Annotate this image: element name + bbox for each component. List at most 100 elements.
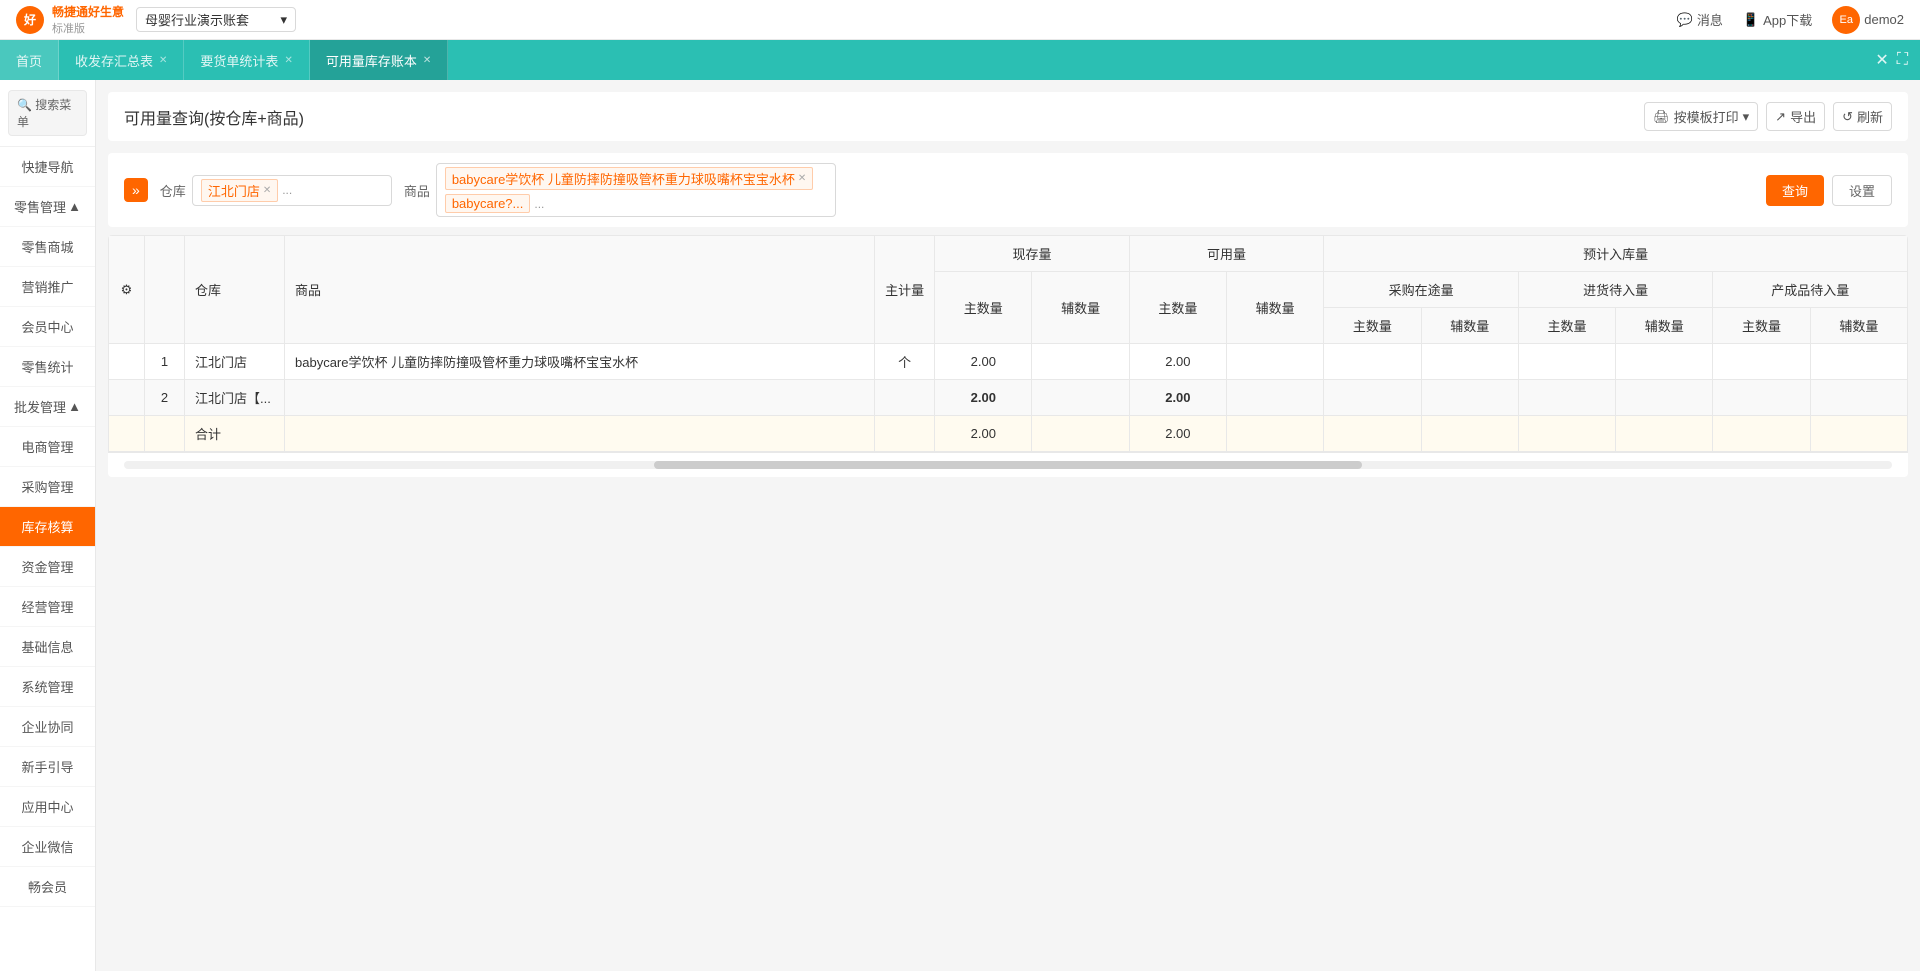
purchase-main-header: 主数量 [1324, 308, 1421, 344]
sidebar-item-ecommerce[interactable]: 电商管理 [0, 427, 95, 467]
tab-purchase-stat[interactable]: 要货单统计表 ✕ [184, 40, 309, 80]
app-download-btn[interactable]: 📱 App下载 [1743, 10, 1812, 29]
filter-toggle-btn[interactable]: » [124, 178, 148, 202]
sidebar-item-vip[interactable]: 畅会员 [0, 867, 95, 907]
sidebar-search: 🔍 搜索菜单 [0, 80, 95, 147]
refresh-icon: ↺ [1842, 109, 1853, 125]
tenant-selector[interactable]: 母婴行业演示账套 ▾ [136, 7, 296, 32]
warehouse-more[interactable]: ... [282, 183, 292, 197]
template-print-btn[interactable]: 🖨 按模板打印 ▾ [1644, 102, 1758, 131]
tab-stock-summary[interactable]: 收发存汇总表 ✕ [59, 40, 184, 80]
warehouse-tag-close[interactable]: ✕ [263, 185, 271, 196]
sidebar-item-system[interactable]: 系统管理 [0, 667, 95, 707]
close-window-btn[interactable]: ✕ [1875, 50, 1888, 70]
top-bar-right: 💬 消息 📱 App下载 Ea demo2 [1677, 6, 1904, 34]
export-icon: ↗ [1775, 109, 1786, 125]
summary-available-main: 2.00 [1129, 416, 1226, 452]
chevron-icon: ▲ [68, 199, 81, 214]
sidebar-item-purchase[interactable]: 采购管理 [0, 467, 95, 507]
product-filter-label: 商品 [404, 181, 430, 200]
user-menu[interactable]: Ea demo2 [1832, 6, 1904, 34]
sidebar-item-inventory[interactable]: 库存核算 [0, 507, 95, 547]
row1-settings[interactable] [109, 344, 145, 380]
table-row: 2 江北门店【... 2.00 2.00 [109, 380, 1908, 416]
tab-available-inventory[interactable]: 可用量库存账本 ✕ [310, 40, 448, 80]
avatar: Ea [1832, 6, 1860, 34]
search-menu-btn[interactable]: 🔍 搜索菜单 [8, 90, 87, 136]
close-tab-available-inventory[interactable]: ✕ [423, 55, 431, 66]
chevron-down-icon: ▾ [280, 12, 287, 28]
sidebar-item-operations[interactable]: 经营管理 [0, 587, 95, 627]
production-main-header: 主数量 [1713, 308, 1810, 344]
table-row: 1 江北门店 babycare学饮杯 儿童防摔防撞吸管杯重力球吸嘴杯宝宝水杯 个… [109, 344, 1908, 380]
product-col-header: 商品 [285, 236, 875, 344]
top-bar: 好 畅捷通好生意 标准版 母婴行业演示账套 ▾ 💬 消息 📱 App下载 Ea … [0, 0, 1920, 40]
sidebar-item-basic-info[interactable]: 基础信息 [0, 627, 95, 667]
tab-home[interactable]: 首页 [0, 40, 59, 80]
incoming-aux-header: 辅数量 [1616, 308, 1713, 344]
close-tab-purchase-stat[interactable]: ✕ [284, 55, 292, 66]
sidebar-item-quick-nav[interactable]: 快捷导航 [0, 147, 95, 187]
product-more[interactable]: ... [534, 197, 544, 211]
production-aux-header: 辅数量 [1810, 308, 1907, 344]
sidebar-item-finance[interactable]: 资金管理 [0, 547, 95, 587]
sidebar-item-member-center[interactable]: 会员中心 [0, 307, 95, 347]
available-main-header: 主数量 [1129, 272, 1226, 344]
sidebar-item-wholesale-mgmt[interactable]: 批发管理 ▲ [0, 387, 95, 427]
close-tab-stock-summary[interactable]: ✕ [159, 55, 167, 66]
row1-warehouse: 江北门店 [185, 344, 285, 380]
sidebar-item-retail-stats[interactable]: 零售统计 [0, 347, 95, 387]
expand-btn[interactable]: ⛶ [1897, 51, 1908, 69]
settings-col-header[interactable]: ⚙ [109, 236, 145, 344]
refresh-btn[interactable]: ↺ 刷新 [1833, 102, 1892, 131]
chevron-down-icon-print: ▾ [1743, 109, 1750, 125]
row2-production-main [1713, 380, 1810, 416]
warehouse-tag: 江北门店 ✕ [201, 179, 278, 202]
row2-unit [875, 380, 935, 416]
warehouse-filter-group: 仓库 江北门店 ✕ ... [160, 175, 392, 206]
sidebar-item-new-guide[interactable]: 新手引导 [0, 747, 95, 787]
row2-settings[interactable] [109, 380, 145, 416]
forecast-group-header: 预计入库量 [1324, 236, 1908, 272]
sidebar-item-wechat-work[interactable]: 企业微信 [0, 827, 95, 867]
warehouse-filter-label: 仓库 [160, 181, 186, 200]
horizontal-scrollbar[interactable] [124, 461, 1892, 469]
row2-product [285, 380, 875, 416]
sidebar-item-enterprise-collab[interactable]: 企业协同 [0, 707, 95, 747]
row1-no: 1 [145, 344, 185, 380]
product-tag-1: babycare学饮杯 儿童防摔防撞吸管杯重力球吸嘴杯宝宝水杯 ✕ [445, 167, 813, 190]
sidebar-item-app-center[interactable]: 应用中心 [0, 787, 95, 827]
row2-warehouse: 江北门店【... [185, 380, 285, 416]
product-tag1-close[interactable]: ✕ [798, 173, 806, 184]
page-content: 可用量查询(按仓库+商品) 🖨 按模板打印 ▾ ↗ 导出 ↺ 刷新 [96, 80, 1920, 971]
data-table-wrap: ⚙ 仓库 商品 主计量 现存量 可用量 预计入库量 主数量 辅数量 [108, 235, 1908, 477]
row1-product: babycare学饮杯 儿童防摔防撞吸管杯重力球吸嘴杯宝宝水杯 [285, 344, 875, 380]
download-icon: 📱 [1743, 12, 1759, 28]
settings-btn[interactable]: 设置 [1832, 175, 1892, 206]
stock-aux-header: 辅数量 [1032, 272, 1129, 344]
stock-main-header: 主数量 [935, 272, 1032, 344]
page-title: 可用量查询(按仓库+商品) [124, 105, 304, 129]
warehouse-filter-input[interactable]: 江北门店 ✕ ... [192, 175, 392, 206]
scrollbar-thumb[interactable] [654, 461, 1361, 469]
logo-text: 畅捷通好生意 标准版 [52, 3, 124, 36]
product-filter-input[interactable]: babycare学饮杯 儿童防摔防撞吸管杯重力球吸嘴杯宝宝水杯 ✕ babyca… [436, 163, 836, 217]
sidebar-item-marketing[interactable]: 营销推广 [0, 267, 95, 307]
export-btn[interactable]: ↗ 导出 [1766, 102, 1825, 131]
row1-incoming-aux [1616, 344, 1713, 380]
summary-row: 合计 2.00 2.00 [109, 416, 1908, 452]
row1-purchase-main [1324, 344, 1421, 380]
tab-actions: ✕ ⛶ [1863, 40, 1920, 80]
product-tag-2: babycare?... [445, 194, 531, 213]
incoming-main-header: 主数量 [1518, 308, 1615, 344]
row1-unit: 个 [875, 344, 935, 380]
message-btn[interactable]: 💬 消息 [1677, 10, 1723, 29]
query-btn[interactable]: 查询 [1766, 175, 1824, 206]
summary-stock-main: 2.00 [935, 416, 1032, 452]
row2-purchase-main [1324, 380, 1421, 416]
sidebar-item-retail-mall[interactable]: 零售商城 [0, 227, 95, 267]
print-icon: 🖨 [1653, 109, 1670, 125]
sidebar-item-retail-mgmt[interactable]: 零售管理 ▲ [0, 187, 95, 227]
tab-spacer [448, 40, 1863, 80]
row2-stock-aux [1032, 380, 1129, 416]
